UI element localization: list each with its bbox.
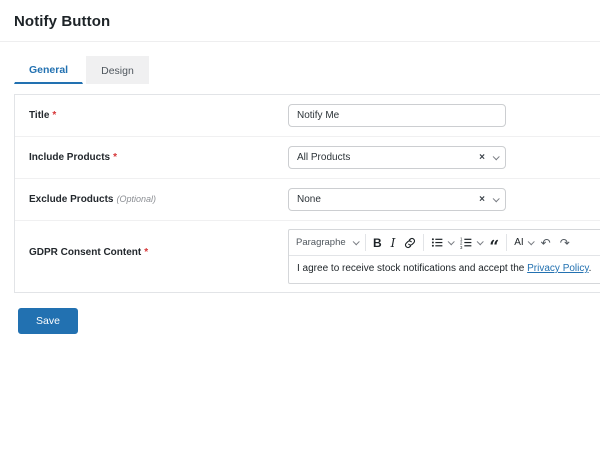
undo-icon: ↶ [540, 235, 551, 250]
tab-design[interactable]: Design [86, 56, 149, 84]
optional-note: (Optional) [116, 194, 156, 204]
form-row-gdpr-consent: GDPR Consent Content * Paragraphe B I 1 … [15, 221, 600, 292]
rich-text-editor: Paragraphe B I 1 2 3 “ AI ↶ ↷ I agree to… [288, 229, 600, 284]
numbered-list-icon: 1 2 3 [460, 236, 473, 249]
privacy-policy-link[interactable]: Privacy Policy [527, 263, 589, 274]
tab-general-label: General [29, 64, 69, 76]
tab-bar: General Design [14, 55, 600, 84]
save-button[interactable]: Save [18, 308, 78, 334]
title-input[interactable] [288, 104, 506, 127]
bold-button[interactable]: B [373, 236, 382, 250]
blockquote-icon: “ [489, 236, 500, 257]
toolbar-separator [365, 234, 366, 251]
ai-dropdown-button[interactable]: AI [514, 237, 535, 248]
ai-label: AI [514, 237, 524, 248]
clear-selection-icon[interactable]: × [479, 152, 485, 163]
toolbar-separator [506, 234, 508, 251]
settings-page: Notify Button General Design Title* Incl… [0, 0, 600, 334]
chevron-down-icon[interactable] [492, 195, 500, 203]
chevron-down-icon[interactable] [492, 153, 500, 161]
undo-button[interactable]: ↶ [540, 236, 552, 250]
required-marker: * [52, 110, 57, 121]
italic-button[interactable]: I [389, 236, 398, 250]
form-row-include-products: Include Products * All Products × [15, 137, 600, 179]
redo-icon: ↷ [559, 235, 570, 250]
chevron-down-icon [477, 238, 485, 246]
settings-card: Title* Include Products* All Products × [14, 94, 600, 293]
chevron-down-icon [352, 238, 360, 246]
required-marker: * [144, 247, 149, 258]
chevron-down-icon [448, 238, 456, 246]
redo-button[interactable]: ↷ [559, 236, 571, 250]
form-row-exclude-products: Exclude Products (Optional) None × [15, 179, 600, 221]
header-divider [0, 41, 600, 42]
exclude-products-label: Exclude Products (Optional) [29, 194, 156, 205]
gdpr-consent-textarea[interactable]: I agree to receive stock notifications a… [289, 256, 600, 283]
gdpr-consent-label: GDPR Consent Content * [29, 247, 149, 258]
page-title: Notify Button [14, 13, 111, 30]
include-products-value: All Products [297, 152, 351, 163]
include-products-label: Include Products * [29, 152, 118, 163]
editor-toolbar: Paragraphe B I 1 2 3 “ AI ↶ ↷ [289, 230, 600, 256]
paragraph-style-dropdown[interactable]: Paragraphe [296, 237, 360, 248]
clear-selection-icon[interactable]: × [479, 194, 485, 205]
tab-general[interactable]: General [14, 55, 84, 84]
numbered-list-button[interactable]: 1 2 3 [460, 236, 485, 249]
link-icon[interactable] [404, 237, 416, 249]
exclude-products-value: None [297, 194, 321, 205]
toolbar-separator [423, 234, 425, 251]
tab-design-label: Design [101, 65, 134, 77]
blockquote-button[interactable]: “ [489, 235, 500, 257]
include-products-select[interactable]: All Products × [288, 146, 506, 169]
exclude-products-select[interactable]: None × [288, 188, 506, 211]
svg-text:3: 3 [460, 245, 463, 249]
title-label: Title * [29, 110, 57, 121]
consent-text-period: . [588, 263, 592, 274]
bullet-list-icon [431, 236, 444, 249]
paragraph-style-label: Paragraphe [296, 237, 346, 248]
chevron-down-icon [527, 238, 535, 246]
required-marker: * [113, 152, 118, 163]
consent-text: I agree to receive stock notifications a… [297, 263, 528, 274]
form-row-title: Title * [15, 95, 600, 137]
bullet-list-button[interactable] [431, 236, 456, 249]
